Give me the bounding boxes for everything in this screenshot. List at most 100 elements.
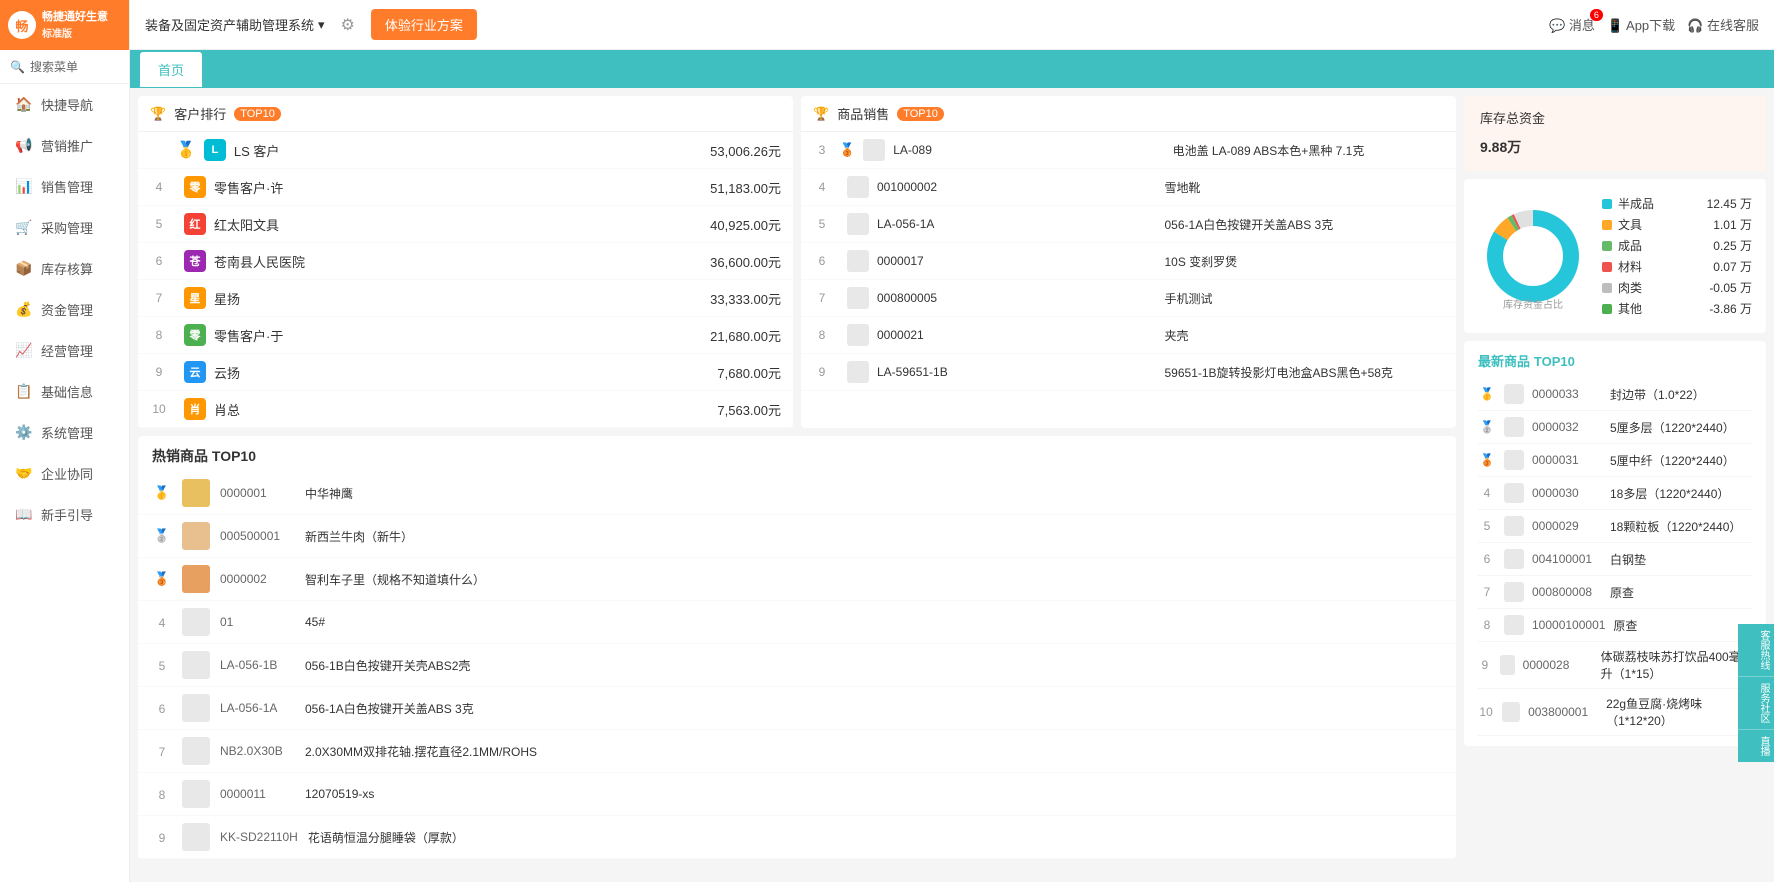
inventory-icon: 📦 — [15, 260, 33, 278]
new-product-image — [1504, 450, 1524, 470]
float-service-community-btn[interactable]: 服务社区 — [1738, 677, 1774, 730]
sidebar-item-jingying[interactable]: 📈 经营管理 — [0, 330, 129, 371]
center-panels: 🏆 客户排行 TOP10 🥇 L LS 客户 53,006.26元 — [130, 88, 1464, 882]
legend-dot-icon — [1602, 199, 1612, 209]
sidebar-item-zijin[interactable]: 💰 资金管理 — [0, 289, 129, 330]
customer-ranking-panel: 🏆 客户排行 TOP10 🥇 L LS 客户 53,006.26元 — [138, 96, 793, 428]
new-products-header: 最新商品 TOP10 — [1478, 351, 1752, 370]
inventory-amount: 9.88万 — [1480, 131, 1750, 159]
hot-product-image — [182, 651, 210, 679]
legend-dot-icon — [1602, 262, 1612, 272]
sidebar-item-caigou[interactable]: 🛒 采购管理 — [0, 207, 129, 248]
settings-icon: ⚙️ — [15, 424, 33, 442]
sidebar-item-label: 营销推广 — [41, 136, 93, 155]
sidebar-item-jichu[interactable]: 📋 基础信息 — [0, 371, 129, 412]
purchase-icon: 🛒 — [15, 219, 33, 237]
online-service-label: 在线客服 — [1707, 18, 1759, 33]
customer-rank-row: 5 红 红太阳文具 40,925.00元 — [138, 206, 793, 243]
right-panel: 库存总资金 9.88万 — [1464, 88, 1774, 882]
avatar: 零 — [184, 176, 206, 198]
home-icon: 🏠 — [15, 96, 33, 114]
sidebar-search-area[interactable]: 🔍 搜索菜单 — [0, 50, 129, 84]
message-icon: 💬 — [1549, 18, 1565, 33]
product-image — [847, 324, 869, 346]
legend-dot-icon — [1602, 241, 1612, 251]
product-rank-row: 7 000800005 手机测试 — [801, 280, 1456, 317]
new-product-image — [1502, 702, 1520, 722]
sidebar-item-qiye[interactable]: 🤝 企业协同 — [0, 453, 129, 494]
hot-product-image — [182, 737, 210, 765]
dropdown-arrow-icon: ▾ — [318, 17, 325, 33]
product-image — [863, 139, 885, 161]
new-product-image — [1504, 483, 1524, 503]
product-rank-row: 9 LA-59651-1B 59651-1B旋转投影灯电池盒ABS黑色+58克 — [801, 354, 1456, 391]
hot-products-panel: 热销商品 TOP10 🥇 0000001 中华神鹰 🥈 000500001 新西… — [138, 436, 1456, 859]
product-image — [847, 287, 869, 309]
operation-icon: 📈 — [15, 342, 33, 360]
avatar: 零 — [184, 324, 206, 346]
finance-icon: 💰 — [15, 301, 33, 319]
topbar: 装备及固定资产辅助管理系统 ▾ ⚙ 体验行业方案 💬 6 消息 📱 App下载 … — [130, 0, 1774, 50]
topbar-actions: 💬 6 消息 📱 App下载 🎧 在线客服 — [1549, 15, 1759, 34]
settings-gear-icon[interactable]: ⚙ — [341, 15, 355, 35]
avatar: 肖 — [184, 398, 206, 420]
message-label: 消息 — [1569, 18, 1595, 33]
bronze-medal-icon: 🥉 — [839, 142, 855, 158]
float-buttons: 客服热线 服务社区 直播 — [1738, 624, 1774, 762]
bronze-medal-icon: 🥉 — [154, 571, 170, 586]
tab-home[interactable]: 首页 — [140, 52, 202, 87]
sidebar-item-label: 经营管理 — [41, 341, 93, 360]
product-rank-row: 3 🥉 LA-089 电池盖 LA-089 ABS本色+黑种 7.1克 — [801, 132, 1456, 169]
sidebar-item-kuaijie[interactable]: 🏠 快捷导航 — [0, 84, 129, 125]
product-ranking-header: 🏆 商品销售 TOP10 — [801, 96, 1456, 132]
legend-item: 成品 0.25 万 — [1602, 235, 1752, 256]
product-rank-row: 8 0000021 夹壳 — [801, 317, 1456, 354]
search-menu-button[interactable]: 🔍 搜索菜单 — [10, 58, 78, 75]
sidebar-item-xinshou[interactable]: 📖 新手引导 — [0, 494, 129, 535]
sidebar-nav: 🏠 快捷导航 📢 营销推广 📊 销售管理 🛒 采购管理 📦 库存核算 💰 资金管… — [0, 84, 129, 882]
sidebar-item-label: 销售管理 — [41, 177, 93, 196]
new-product-image — [1504, 417, 1524, 437]
sidebar-item-label: 资金管理 — [41, 300, 93, 319]
sidebar-item-kucun[interactable]: 📦 库存核算 — [0, 248, 129, 289]
system-name-dropdown[interactable]: 装备及固定资产辅助管理系统 ▾ — [145, 15, 325, 34]
customer-rank-row: 7 星 星扬 33,333.00元 — [138, 280, 793, 317]
guide-icon: 📖 — [15, 506, 33, 524]
logo-icon: 畅 — [8, 11, 36, 39]
message-badge-wrap[interactable]: 💬 6 消息 — [1549, 15, 1595, 34]
customer-ranking-title: 客户排行 — [174, 104, 226, 123]
avatar: 星 — [184, 287, 206, 309]
avatar: 苍 — [184, 250, 206, 272]
legend-dot-icon — [1602, 283, 1612, 293]
customer-rank-row: 6 苍 苍南县人民医院 36,600.00元 — [138, 243, 793, 280]
new-product-row: 7 000800008 原查 — [1478, 576, 1752, 609]
hot-product-row: 7 NB2.0X30B 2.0X30MM双排花轴.摆花直径2.1MM/ROHS — [138, 730, 1456, 773]
trophy-icon: 🏆 — [813, 106, 829, 122]
sidebar-item-xiaoshou[interactable]: 📊 销售管理 — [0, 166, 129, 207]
online-service-link[interactable]: 🎧 在线客服 — [1687, 15, 1759, 34]
float-customer-service-btn[interactable]: 客服热线 — [1738, 624, 1774, 677]
phone-icon: 📱 — [1607, 18, 1623, 33]
new-product-row: 4 0000030 18多层（1220*2440） — [1478, 477, 1752, 510]
basic-icon: 📋 — [15, 383, 33, 401]
hot-product-image — [182, 694, 210, 722]
new-product-row: 🥇 0000033 封边带（1.0*22） — [1478, 378, 1752, 411]
new-product-image — [1500, 655, 1515, 675]
sidebar-item-yingxiao[interactable]: 📢 营销推广 — [0, 125, 129, 166]
new-product-row: 5 0000029 18颗粒板（1220*2440） — [1478, 510, 1752, 543]
trial-button[interactable]: 体验行业方案 — [371, 9, 477, 40]
legend-dot-icon — [1602, 220, 1612, 230]
avatar: 红 — [184, 213, 206, 235]
float-live-btn[interactable]: 直播 — [1738, 730, 1774, 762]
hot-product-row: 🥉 0000002 智利车子里（规格不知道填什么） — [138, 558, 1456, 601]
product-image — [847, 213, 869, 235]
headset-icon: 🎧 — [1687, 18, 1703, 33]
sidebar-item-xitong[interactable]: ⚙️ 系统管理 — [0, 412, 129, 453]
product-rank-row: 4 001000002 雪地靴 — [801, 169, 1456, 206]
hot-product-row: 6 LA-056-1A 056-1A白色按键开关盖ABS 3克 — [138, 687, 1456, 730]
app-download-link[interactable]: 📱 App下载 — [1607, 15, 1675, 34]
sidebar-item-label: 采购管理 — [41, 218, 93, 237]
donut-chart: 库存资金占比 — [1478, 201, 1588, 311]
silver-medal-icon: 🥈 — [154, 528, 170, 543]
sales-icon: 📊 — [15, 178, 33, 196]
